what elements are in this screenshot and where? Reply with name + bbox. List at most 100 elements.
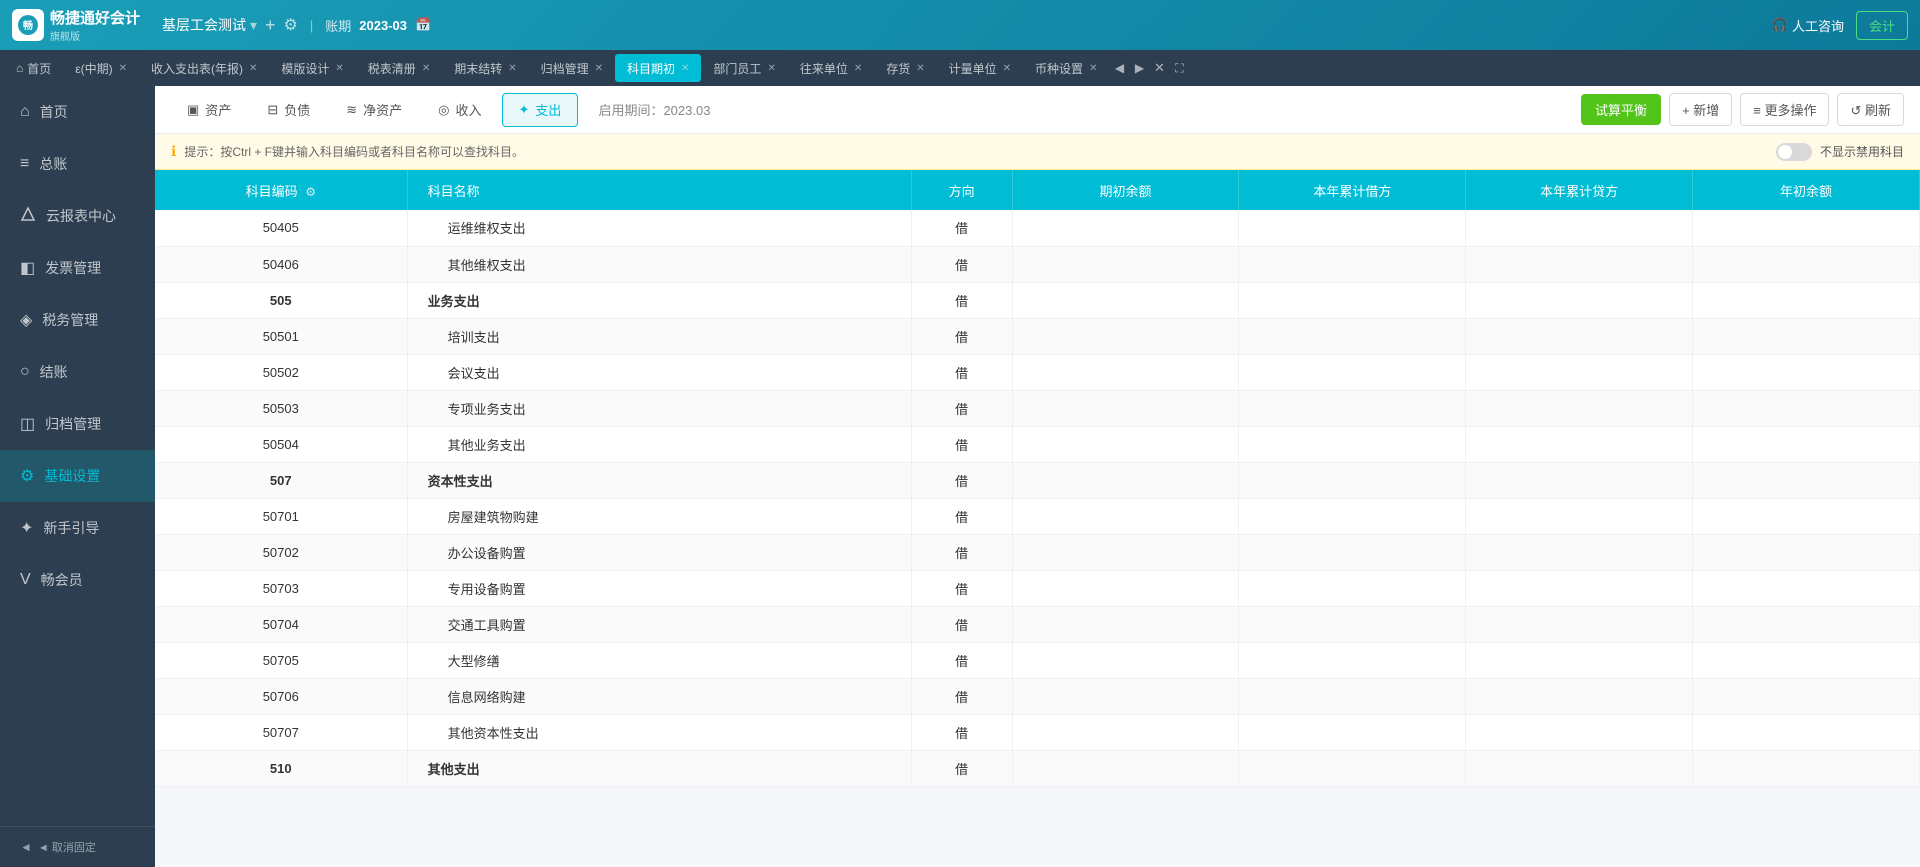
tab-tax[interactable]: 税表清册 ✕: [356, 54, 442, 82]
more-button[interactable]: ≡ 更多操作: [1740, 93, 1829, 126]
tab-close-stock[interactable]: ✕: [916, 63, 924, 74]
table-row[interactable]: 50703 专用设备购置 借: [155, 570, 1920, 606]
cell-code: 50706: [155, 678, 407, 714]
table-row[interactable]: 507 资本性支出 借: [155, 462, 1920, 498]
table-row[interactable]: 50503 专项业务支出 借: [155, 390, 1920, 426]
tab-income[interactable]: 收入支出表(年报) ✕: [139, 54, 269, 82]
liabilities-icon: ⊟: [267, 102, 278, 118]
sidebar-collapse-btn[interactable]: ◄ ◄ 取消固定: [0, 826, 155, 867]
tab-stock[interactable]: 存货 ✕: [874, 54, 936, 82]
tab-close-subject[interactable]: ✕: [681, 63, 689, 74]
table-row[interactable]: 510 其他支出 借: [155, 750, 1920, 786]
sub-tab-expense[interactable]: ✦ 支出: [502, 93, 579, 127]
cell-debit: [1239, 426, 1466, 462]
table-row[interactable]: 50501 培训支出 借: [155, 318, 1920, 354]
sidebar-item-guide[interactable]: ✦ 新手引导: [0, 502, 155, 554]
tab-close-unit[interactable]: ✕: [854, 63, 862, 74]
tab-close-archive[interactable]: ✕: [595, 63, 603, 74]
tab-archive[interactable]: 归档管理 ✕: [529, 54, 615, 82]
add-org-btn[interactable]: +: [265, 15, 276, 36]
tab-close-period-end[interactable]: ✕: [508, 63, 516, 74]
sidebar-item-home[interactable]: ⌂ 首页: [0, 86, 155, 138]
tab-template[interactable]: 模版设计 ✕: [269, 54, 355, 82]
tab-close-all-btn[interactable]: ✕: [1149, 54, 1169, 82]
sidebar-item-checkout[interactable]: ○ 结账: [0, 346, 155, 398]
sidebar-item-member[interactable]: V 畅会员: [0, 554, 155, 606]
sidebar-item-report[interactable]: 云报表中心: [0, 190, 155, 242]
cell-credit: [1466, 606, 1693, 642]
org-name[interactable]: 基层工会测试 ▾: [162, 15, 257, 35]
sub-tab-income[interactable]: ◎ 收入: [422, 93, 497, 127]
disable-toggle[interactable]: [1776, 143, 1812, 161]
tab-close-template[interactable]: ✕: [335, 63, 343, 74]
tab-close-interim[interactable]: ✕: [119, 63, 127, 74]
cell-dir: 借: [911, 390, 1012, 426]
add-button[interactable]: + 新增: [1669, 93, 1732, 126]
column-settings-icon[interactable]: ⚙: [305, 185, 316, 199]
tab-close-measure[interactable]: ✕: [1003, 63, 1011, 74]
settings-icon[interactable]: ⚙: [284, 15, 298, 35]
expense-icon: ✦: [519, 102, 530, 118]
tab-measure[interactable]: 计量单位 ✕: [937, 54, 1023, 82]
tab-close-income[interactable]: ✕: [249, 63, 257, 74]
table-row[interactable]: 50704 交通工具购置 借: [155, 606, 1920, 642]
sub-tab-net-assets[interactable]: ≋ 净资产: [330, 93, 418, 127]
tab-period-end[interactable]: 期末结转 ✕: [442, 54, 528, 82]
sidebar-item-archive[interactable]: ◫ 归档管理: [0, 398, 155, 450]
income-icon: ◎: [438, 102, 449, 118]
table-row[interactable]: 50701 房屋建筑物购建 借: [155, 498, 1920, 534]
table-row[interactable]: 50702 办公设备购置 借: [155, 534, 1920, 570]
tab-close-currency[interactable]: ✕: [1089, 63, 1097, 74]
sub-tab-assets[interactable]: ▣ 资产: [171, 93, 247, 127]
table-row[interactable]: 50706 信息网络购建 借: [155, 678, 1920, 714]
cell-name: 其他支出: [407, 750, 911, 786]
sidebar-item-invoice[interactable]: ◧ 发票管理: [0, 242, 155, 294]
logo-sub: 旗舰版: [50, 28, 140, 43]
cell-balance: [1012, 642, 1239, 678]
table-row[interactable]: 50405 运维维权支出 借: [155, 210, 1920, 246]
cell-credit: [1466, 714, 1693, 750]
tab-dept[interactable]: 部门员工 ✕: [701, 54, 787, 82]
table-row[interactable]: 50705 大型修缮 借: [155, 642, 1920, 678]
table-row[interactable]: 50504 其他业务支出 借: [155, 426, 1920, 462]
cell-name: 专项业务支出: [407, 390, 911, 426]
support-button[interactable]: 🎧 人工咨询: [1772, 16, 1844, 35]
tab-currency[interactable]: 币种设置 ✕: [1023, 54, 1109, 82]
tab-home[interactable]: ⌂ 首页: [4, 54, 63, 82]
table-row[interactable]: 50502 会议支出 借: [155, 354, 1920, 390]
tab-close-dept[interactable]: ✕: [767, 63, 775, 74]
archive-icon: ◫: [20, 414, 35, 434]
cell-dir: 借: [911, 642, 1012, 678]
home-icon: ⌂: [16, 61, 23, 75]
refresh-button[interactable]: ↺ 刷新: [1837, 93, 1904, 126]
hint-bar: ℹ 提示：按Ctrl + F键并输入科目编码或者科目名称可以查找科目。 不显示禁…: [155, 134, 1920, 170]
logo-title: 畅捷通好会计: [50, 7, 140, 28]
table-row[interactable]: 50406 其他维权支出 借: [155, 246, 1920, 282]
tab-interim[interactable]: ε(中期) ✕: [63, 54, 139, 82]
cell-balance: [1012, 606, 1239, 642]
tab-prev-btn[interactable]: ◀: [1109, 54, 1129, 82]
cell-balance: [1012, 246, 1239, 282]
tab-unit[interactable]: 往来单位 ✕: [788, 54, 874, 82]
sidebar-item-ledger[interactable]: ≡ 总账: [0, 138, 155, 190]
tab-expand-btn[interactable]: ⛶: [1169, 54, 1189, 82]
account-button[interactable]: 会计: [1856, 11, 1908, 40]
hint-icon: ℹ: [171, 143, 176, 160]
tab-subject-period[interactable]: 科目期初 ✕: [615, 54, 701, 82]
cell-year-balance: [1693, 282, 1920, 318]
th-year-balance: 年初余额: [1693, 170, 1920, 210]
sidebar-item-tax[interactable]: ◈ 税务管理: [0, 294, 155, 346]
balance-button[interactable]: 试算平衡: [1581, 94, 1661, 125]
cell-name: 业务支出: [407, 282, 911, 318]
cell-balance: [1012, 714, 1239, 750]
cell-dir: 借: [911, 678, 1012, 714]
table-row[interactable]: 50707 其他资本性支出 借: [155, 714, 1920, 750]
cell-credit: [1466, 210, 1693, 246]
table-row[interactable]: 505 业务支出 借: [155, 282, 1920, 318]
sidebar-item-settings[interactable]: ⚙ 基础设置: [0, 450, 155, 502]
cell-debit: [1239, 678, 1466, 714]
tab-next-btn[interactable]: ▶: [1129, 54, 1149, 82]
sub-tab-liabilities[interactable]: ⊟ 负债: [251, 93, 326, 127]
tab-close-tax[interactable]: ✕: [422, 63, 430, 74]
calendar-icon[interactable]: 📅: [415, 17, 431, 33]
